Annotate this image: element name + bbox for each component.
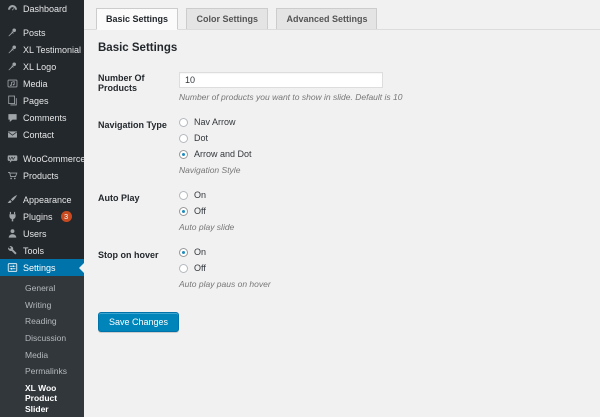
woocommerce-icon <box>7 155 18 163</box>
form-row-number-of-products: Number Of Products Number of products yo… <box>98 70 586 102</box>
sidebar-item-label: Settings <box>23 262 56 273</box>
field-helper-text: Auto play slide <box>179 222 235 232</box>
page-title: Basic Settings <box>98 42 178 54</box>
field-helper-text: Number of products you want to show in s… <box>179 92 403 102</box>
radio-label: Off <box>194 263 206 273</box>
sidebar-item-products[interactable]: Products <box>0 167 84 184</box>
pin-icon <box>8 45 17 54</box>
users-icon <box>8 229 17 238</box>
submenu-item-media[interactable]: Media <box>0 347 84 364</box>
sidebar-item-comments[interactable]: Comments <box>0 109 84 126</box>
radio-label: On <box>194 247 207 257</box>
sidebar-item-plugins[interactable]: Plugins 3 <box>0 208 84 225</box>
radio-option-autoplay-off[interactable]: Off <box>179 206 586 216</box>
save-changes-button[interactable]: Save Changes <box>98 312 180 332</box>
submenu-item-xl-woo-product-slider[interactable]: XL Woo Product Slider <box>0 380 84 417</box>
number-of-products-input[interactable] <box>179 72 383 88</box>
radio-option-autoplay-on[interactable]: On <box>179 190 586 200</box>
settings-submenu: General Writing Reading Discussion Media… <box>0 276 84 417</box>
sidebar-item-label: Products <box>23 170 59 181</box>
tools-icon <box>8 246 17 255</box>
sidebar-item-label: Appearance <box>23 194 72 205</box>
tab-color-settings[interactable]: Color Settings <box>186 8 268 29</box>
radio-option-hover-off[interactable]: Off <box>179 263 586 273</box>
form-row-stop-on-hover: Stop on hover On Off Auto play paus on h… <box>98 247 586 289</box>
submenu-item-writing[interactable]: Writing <box>0 297 84 314</box>
tab-advanced-settings[interactable]: Advanced Settings <box>276 8 378 29</box>
current-menu-arrow <box>79 262 84 273</box>
field-label: Auto Play <box>98 193 140 203</box>
sidebar-item-tools[interactable]: Tools <box>0 242 84 259</box>
radio-option-hover-on[interactable]: On <box>179 247 586 257</box>
radio-icon[interactable] <box>179 263 188 273</box>
sidebar-item-xl-logo[interactable]: XL Logo <box>0 58 84 75</box>
settings-tab-bar: Basic Settings Color Settings Advanced S… <box>84 0 600 30</box>
sidebar-item-contact[interactable]: Contact <box>0 126 84 143</box>
products-icon <box>8 171 18 180</box>
radio-icon[interactable] <box>179 149 188 159</box>
sidebar-item-label: Pages <box>23 95 49 106</box>
field-label: Number Of Products <box>98 73 145 93</box>
comments-icon <box>8 114 17 122</box>
submenu-item-reading[interactable]: Reading <box>0 313 84 330</box>
sidebar-item-label: Comments <box>23 112 67 123</box>
radio-icon[interactable] <box>179 206 188 216</box>
admin-sidebar: Dashboard Posts XL Testimonial XL Logo M… <box>0 0 86 417</box>
pin-icon <box>8 62 17 71</box>
radio-option-nav-arrow[interactable]: Nav Arrow <box>179 117 586 127</box>
radio-icon[interactable] <box>179 133 188 143</box>
sidebar-item-dashboard[interactable]: Dashboard <box>0 0 84 17</box>
radio-icon[interactable] <box>179 190 188 200</box>
submenu-item-permalinks[interactable]: Permalinks <box>0 363 84 380</box>
submenu-item-general[interactable]: General <box>0 280 84 297</box>
contact-icon <box>8 131 17 138</box>
field-helper-text: Auto play paus on hover <box>179 279 271 289</box>
tab-basic-settings[interactable]: Basic Settings <box>96 8 179 30</box>
field-label: Navigation Type <box>98 120 167 130</box>
sidebar-item-label: Contact <box>23 129 55 140</box>
dashboard-icon <box>8 5 17 11</box>
sidebar-item-label: Media <box>23 78 48 89</box>
sidebar-item-pages[interactable]: Pages <box>0 92 84 109</box>
radio-icon[interactable] <box>179 117 188 127</box>
pin-icon <box>8 28 17 37</box>
settings-form: Basic Settings Number Of Products Number… <box>84 30 600 340</box>
radio-option-arrow-and-dot[interactable]: Arrow and Dot <box>179 149 586 159</box>
radio-label: Off <box>194 206 206 216</box>
sidebar-item-label: Posts <box>23 27 46 38</box>
wordpress-admin: Dashboard Posts XL Testimonial XL Logo M… <box>0 0 600 417</box>
appearance-icon <box>7 195 17 204</box>
form-row-navigation-type: Navigation Type Nav Arrow Dot Arrow and … <box>98 117 586 175</box>
plugins-update-badge: 3 <box>60 211 72 222</box>
pages-icon <box>8 95 17 106</box>
sidebar-item-media[interactable]: Media <box>0 75 84 92</box>
main-content-area: Basic Settings Color Settings Advanced S… <box>84 0 600 417</box>
sidebar-item-users[interactable]: Users <box>0 225 84 242</box>
settings-icon <box>7 263 18 272</box>
radio-icon[interactable] <box>179 247 188 257</box>
submenu-item-discussion[interactable]: Discussion <box>0 330 84 347</box>
sidebar-item-label: Dashboard <box>23 3 68 14</box>
field-helper-text: Navigation Style <box>179 165 241 175</box>
sidebar-item-label: XL Testimonial <box>23 44 82 55</box>
form-row-auto-play: Auto Play On Off Auto play slide <box>98 190 586 232</box>
sidebar-item-xl-testimonial[interactable]: XL Testimonial <box>0 41 84 58</box>
radio-label: Arrow and Dot <box>194 149 252 159</box>
radio-option-dot[interactable]: Dot <box>179 133 586 143</box>
sidebar-item-label: Plugins <box>23 211 53 222</box>
media-icon <box>7 79 18 88</box>
radio-label: Dot <box>194 133 209 143</box>
field-label: Stop on hover <box>98 250 159 260</box>
sidebar-item-label: XL Logo <box>23 61 57 72</box>
sidebar-item-label: Tools <box>23 245 45 256</box>
sidebar-item-woocommerce[interactable]: WooCommerce <box>0 150 86 167</box>
radio-label: On <box>194 190 207 200</box>
plugins-icon <box>9 211 16 222</box>
radio-label: Nav Arrow <box>194 117 236 127</box>
sidebar-item-label: Users <box>23 228 47 239</box>
sidebar-item-appearance[interactable]: Appearance <box>0 191 84 208</box>
sidebar-item-settings[interactable]: Settings <box>0 259 84 276</box>
sidebar-item-posts[interactable]: Posts <box>0 24 84 41</box>
sidebar-item-label: WooCommerce <box>23 153 86 164</box>
